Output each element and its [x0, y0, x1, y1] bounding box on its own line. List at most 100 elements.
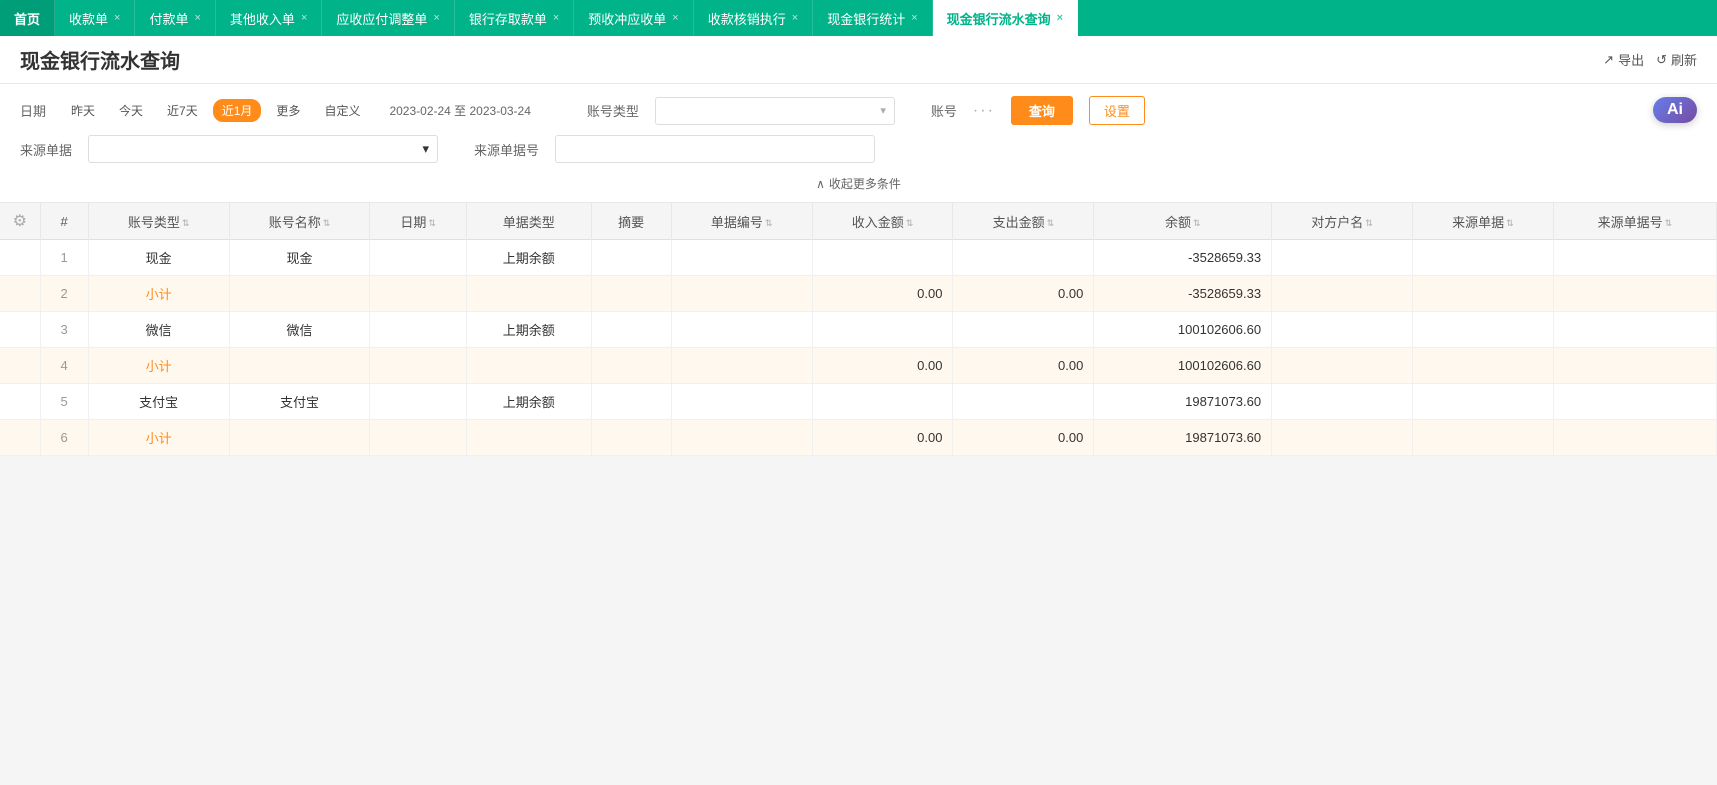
- nav-other-income-label: 其他收入单: [230, 9, 295, 28]
- nav-receipt-label: 收款单: [69, 9, 108, 28]
- filter-row-2: 来源单据 ▾ 来源单据号: [20, 135, 1697, 163]
- table-row: 6小计0.000.0019871073.60: [0, 420, 1717, 456]
- col-date[interactable]: 日期⇅: [370, 203, 467, 240]
- nav-ar-ap-adjust-close[interactable]: ×: [433, 12, 439, 24]
- date-more[interactable]: 更多: [267, 99, 309, 122]
- table-cell: 上期余额: [466, 312, 591, 348]
- table-cell: [1553, 240, 1716, 276]
- table-cell: 6: [40, 420, 88, 456]
- table-cell: [1272, 420, 1413, 456]
- table-cell: [1272, 240, 1413, 276]
- table-cell: [229, 420, 370, 456]
- nav-home[interactable]: 首页: [0, 0, 55, 36]
- account-type-select[interactable]: ▾: [655, 97, 895, 125]
- nav-payment[interactable]: 付款单 ×: [135, 0, 215, 36]
- table-cell: [591, 384, 671, 420]
- settings-button[interactable]: 设置: [1089, 96, 1145, 125]
- data-table: ⚙ # 账号类型⇅ 账号名称⇅ 日期⇅ 单据类型 摘要 单据编号⇅ 收入金额⇅ …: [0, 203, 1717, 456]
- table-cell: [466, 348, 591, 384]
- nav-receipt-close[interactable]: ×: [114, 12, 120, 24]
- col-balance[interactable]: 余额⇅: [1094, 203, 1272, 240]
- nav-other-income-close[interactable]: ×: [301, 12, 307, 24]
- date-custom[interactable]: 自定义: [315, 99, 369, 122]
- table-cell: [591, 276, 671, 312]
- account-type-arrow-icon: ▾: [880, 104, 886, 117]
- ai-badge[interactable]: Ai: [1653, 97, 1697, 123]
- refresh-label: 刷新: [1671, 50, 1697, 69]
- table-cell: [812, 312, 953, 348]
- table-cell: 小计: [88, 276, 229, 312]
- nav-cash-bank-flow-close[interactable]: ×: [1057, 12, 1063, 24]
- col-settings[interactable]: ⚙: [0, 203, 40, 240]
- source-doc-arrow-icon: ▾: [422, 141, 429, 157]
- table-row: 3微信微信上期余额100102606.60: [0, 312, 1717, 348]
- source-doc-select[interactable]: ▾: [88, 135, 438, 163]
- table-cell: 上期余额: [466, 384, 591, 420]
- table-cell: [1553, 276, 1716, 312]
- col-counterparty[interactable]: 对方户名⇅: [1272, 203, 1413, 240]
- nav-bank-deposit[interactable]: 银行存取款单 ×: [455, 0, 574, 36]
- col-source-doc[interactable]: 来源单据⇅: [1412, 203, 1553, 240]
- nav-other-income[interactable]: 其他收入单 ×: [216, 0, 322, 36]
- table-cell: 100102606.60: [1094, 348, 1272, 384]
- date-yesterday[interactable]: 昨天: [62, 99, 104, 122]
- date-today[interactable]: 今天: [110, 99, 152, 122]
- col-source-doc-no[interactable]: 来源单据号⇅: [1553, 203, 1716, 240]
- nav-receipt[interactable]: 收款单 ×: [55, 0, 135, 36]
- account-label: 账号: [931, 101, 957, 120]
- refresh-button[interactable]: ↺ 刷新: [1656, 50, 1697, 69]
- nav-collect-verify-close[interactable]: ×: [792, 12, 798, 24]
- table-row: 1现金现金上期余额-3528659.33: [0, 240, 1717, 276]
- page-header: 现金银行流水查询 ↗ 导出 ↺ 刷新: [0, 36, 1717, 84]
- table-cell: 19871073.60: [1094, 384, 1272, 420]
- export-button[interactable]: ↗ 导出: [1603, 50, 1644, 69]
- date-range-display: 2023-02-24 至 2023-03-24: [389, 102, 530, 119]
- col-doc-no[interactable]: 单据编号⇅: [671, 203, 812, 240]
- col-account-name[interactable]: 账号名称⇅: [229, 203, 370, 240]
- nav-advance-offset[interactable]: 预收冲应收单 ×: [574, 0, 693, 36]
- collapse-bar[interactable]: ∧ 收起更多条件: [20, 171, 1697, 194]
- table-cell: 0.00: [812, 420, 953, 456]
- source-doc-num-input[interactable]: [555, 135, 875, 163]
- table-cell: 4: [40, 348, 88, 384]
- table-cell: [229, 348, 370, 384]
- table-cell: [370, 384, 467, 420]
- table-cell: [1272, 276, 1413, 312]
- date-7days[interactable]: 近7天: [158, 99, 207, 122]
- nav-advance-offset-close[interactable]: ×: [672, 12, 678, 24]
- table-cell: [671, 384, 812, 420]
- table-cell: 微信: [88, 312, 229, 348]
- table-cell: [370, 348, 467, 384]
- account-more-icon[interactable]: ···: [973, 102, 995, 120]
- table-cell: 支付宝: [88, 384, 229, 420]
- nav-bank-deposit-close[interactable]: ×: [553, 12, 559, 24]
- nav-collect-verify[interactable]: 收款核销执行 ×: [694, 0, 813, 36]
- table-settings-icon[interactable]: ⚙: [13, 213, 27, 230]
- col-account-type[interactable]: 账号类型⇅: [88, 203, 229, 240]
- table-cell: [812, 240, 953, 276]
- table-cell: 19871073.60: [1094, 420, 1272, 456]
- nav-cash-bank-stat-label: 现金银行统计: [827, 9, 905, 28]
- nav-payment-label: 付款单: [149, 9, 188, 28]
- date-1month[interactable]: 近1月: [213, 99, 262, 122]
- table-cell: 现金: [229, 240, 370, 276]
- table-cell: 5: [40, 384, 88, 420]
- nav-cash-bank-stat[interactable]: 现金银行统计 ×: [813, 0, 932, 36]
- nav-payment-close[interactable]: ×: [194, 12, 200, 24]
- col-expense[interactable]: 支出金额⇅: [953, 203, 1094, 240]
- table-cell: -3528659.33: [1094, 240, 1272, 276]
- col-income[interactable]: 收入金额⇅: [812, 203, 953, 240]
- source-doc-label: 来源单据: [20, 140, 72, 159]
- filter-row-1: 日期 昨天 今天 近7天 近1月 更多 自定义 2023-02-24 至 202…: [20, 96, 1697, 125]
- table-cell: 小计: [88, 420, 229, 456]
- table-cell: 0.00: [953, 348, 1094, 384]
- query-button[interactable]: 查询: [1011, 96, 1073, 125]
- table-cell: [671, 312, 812, 348]
- table-cell: 0.00: [812, 276, 953, 312]
- table-cell: [591, 312, 671, 348]
- nav-cash-bank-flow[interactable]: 现金银行流水查询 ×: [933, 0, 1078, 36]
- nav-ar-ap-adjust[interactable]: 应收应付调整单 ×: [322, 0, 454, 36]
- nav-cash-bank-stat-close[interactable]: ×: [911, 12, 917, 24]
- table-cell: [1553, 420, 1716, 456]
- table-cell: 1: [40, 240, 88, 276]
